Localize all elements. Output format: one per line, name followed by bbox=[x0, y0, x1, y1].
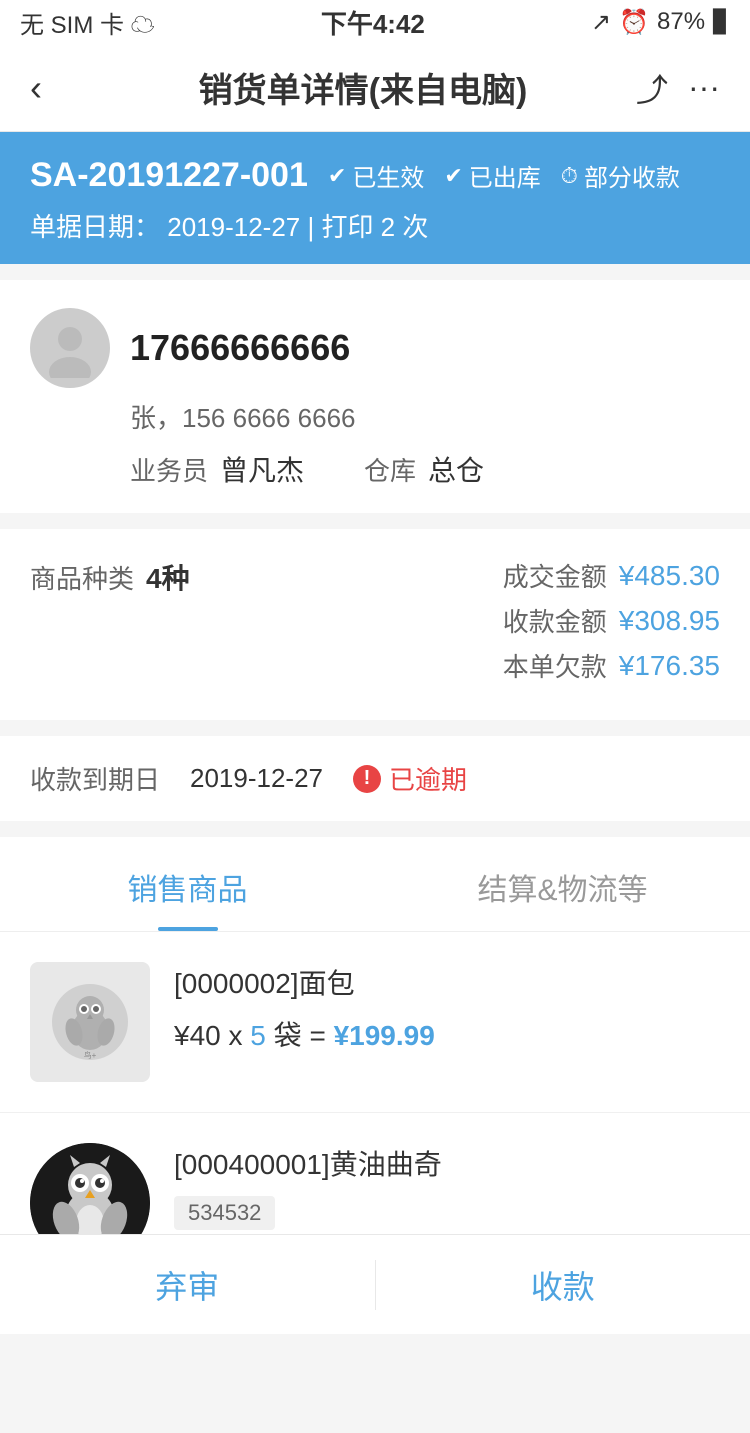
stats-section: 商品种类 4种 成交金额 ¥485.30 收款金额 ¥308.95 本单欠款 ¥… bbox=[0, 529, 750, 720]
product-sku-2: 534532 bbox=[174, 1196, 275, 1230]
product-info-1: [0000002]面包 ¥40 x 5 袋 = ¥199.99 bbox=[174, 962, 720, 1054]
overdue-icon: ! bbox=[353, 765, 381, 793]
check-icon-2: ✔ bbox=[444, 163, 462, 189]
product-name-1: [0000002]面包 bbox=[174, 962, 720, 1002]
location-icon: ↗ bbox=[591, 8, 611, 37]
badge-shipped: ✔ 已出库 bbox=[444, 158, 540, 193]
svg-text:鸟+: 鸟+ bbox=[84, 1050, 97, 1060]
customer-account-id: 17666666666 bbox=[130, 327, 350, 369]
salesperson-label: 业务员 bbox=[130, 451, 208, 488]
nav-bar: ‹ 销货单详情(来自电脑) ⤴ ··· bbox=[0, 44, 750, 132]
page-title: 销货单详情(来自电脑) bbox=[199, 63, 528, 112]
order-header: SA-20191227-001 ✔ 已生效 ✔ 已出库 ⏱ 部分收款 单据日期：… bbox=[0, 132, 750, 264]
due-date-label: 收款到期日 bbox=[30, 760, 160, 797]
product-type-item: 商品种类 4种 bbox=[30, 557, 190, 597]
debt-label: 本单欠款 bbox=[503, 647, 607, 684]
product-type-label: 商品种类 bbox=[30, 559, 134, 596]
product-thumbnail-bread: 鸟+ bbox=[30, 962, 150, 1082]
bottom-bar: 弃审 收款 bbox=[0, 1234, 750, 1334]
check-icon-1: ✔ bbox=[328, 163, 346, 189]
received-label: 收款金额 bbox=[503, 602, 607, 639]
deal-amount-label: 成交金额 bbox=[503, 557, 607, 594]
product-name-2: [000400001]黄油曲奇 bbox=[174, 1143, 720, 1183]
product-item: 鸟+ [0000002]面包 ¥40 x 5 袋 = ¥199.99 bbox=[0, 932, 750, 1113]
status-right: ↗ ⏰ 87% ▊ bbox=[591, 8, 730, 37]
order-id-row: SA-20191227-001 ✔ 已生效 ✔ 已出库 ⏱ 部分收款 bbox=[30, 156, 720, 195]
sim-status: 无 SIM 卡 ☁ bbox=[20, 5, 155, 40]
warehouse-value: 总仓 bbox=[428, 449, 484, 489]
deal-amount-value: ¥485.30 bbox=[619, 560, 720, 592]
clock-icon: ⏱ bbox=[561, 163, 578, 189]
badge-partial-payment: ⏱ 部分收款 bbox=[561, 158, 680, 193]
nav-actions: ⤴ ··· bbox=[636, 65, 720, 111]
battery-status: 87% bbox=[657, 8, 705, 36]
deal-amount-item: 成交金额 ¥485.30 bbox=[503, 557, 720, 594]
overdue-text: 已逾期 bbox=[389, 760, 467, 797]
alarm-icon: ⏰ bbox=[619, 8, 649, 37]
received-value: ¥308.95 bbox=[619, 605, 720, 637]
salesperson-item: 业务员 曾凡杰 bbox=[130, 449, 304, 489]
order-id: SA-20191227-001 bbox=[30, 156, 308, 195]
salesperson-value: 曾凡杰 bbox=[220, 449, 304, 489]
stats-row: 商品种类 4种 成交金额 ¥485.30 收款金额 ¥308.95 本单欠款 ¥… bbox=[30, 557, 720, 692]
payment-button[interactable]: 收款 bbox=[376, 1242, 750, 1328]
battery-icon: ▊ bbox=[713, 9, 730, 35]
cancel-review-button[interactable]: 弃审 bbox=[0, 1242, 375, 1328]
customer-row: 17666666666 bbox=[30, 308, 720, 388]
warehouse-label: 仓库 bbox=[364, 451, 416, 488]
customer-meta: 业务员 曾凡杰 仓库 总仓 bbox=[30, 449, 720, 489]
due-date-value: 2019-12-27 bbox=[190, 763, 323, 794]
due-date-section: 收款到期日 2019-12-27 ! 已逾期 bbox=[0, 736, 750, 821]
avatar bbox=[30, 308, 110, 388]
customer-name-phone: 张，156 6666 6666 bbox=[30, 398, 720, 435]
tabs: 销售商品 结算&物流等 bbox=[0, 837, 750, 932]
product-qty-1: 5 bbox=[250, 1020, 266, 1051]
overdue-badge: ! 已逾期 bbox=[353, 760, 467, 797]
back-button[interactable]: ‹ bbox=[30, 67, 90, 109]
debt-item: 本单欠款 ¥176.35 bbox=[503, 647, 720, 684]
status-bar: 无 SIM 卡 ☁ 下午4:42 ↗ ⏰ 87% ▊ bbox=[0, 0, 750, 44]
stats-right: 成交金额 ¥485.30 收款金额 ¥308.95 本单欠款 ¥176.35 bbox=[503, 557, 720, 692]
order-date: 单据日期： 2019-12-27 | 打印 2 次 bbox=[30, 207, 720, 244]
product-price-1: ¥40 x 5 袋 = ¥199.99 bbox=[174, 1014, 720, 1054]
stats-left: 商品种类 4种 bbox=[30, 557, 190, 605]
more-button[interactable]: ··· bbox=[688, 69, 720, 106]
product-type-count: 4种 bbox=[146, 557, 190, 597]
badge-effective: ✔ 已生效 bbox=[328, 158, 424, 193]
received-item: 收款金额 ¥308.95 bbox=[503, 602, 720, 639]
warehouse-item: 仓库 总仓 bbox=[364, 449, 484, 489]
time-display: 下午4:42 bbox=[321, 4, 425, 41]
status-left: 无 SIM 卡 ☁ bbox=[20, 5, 155, 40]
tab-settlement-logistics[interactable]: 结算&物流等 bbox=[375, 837, 750, 931]
debt-value: ¥176.35 bbox=[619, 650, 720, 682]
customer-section: 17666666666 张，156 6666 6666 业务员 曾凡杰 仓库 总… bbox=[0, 280, 750, 513]
tab-sales-products[interactable]: 销售商品 bbox=[0, 837, 375, 931]
product-total-1: ¥199.99 bbox=[334, 1020, 435, 1051]
share-button[interactable]: ⤴ bbox=[636, 65, 668, 111]
